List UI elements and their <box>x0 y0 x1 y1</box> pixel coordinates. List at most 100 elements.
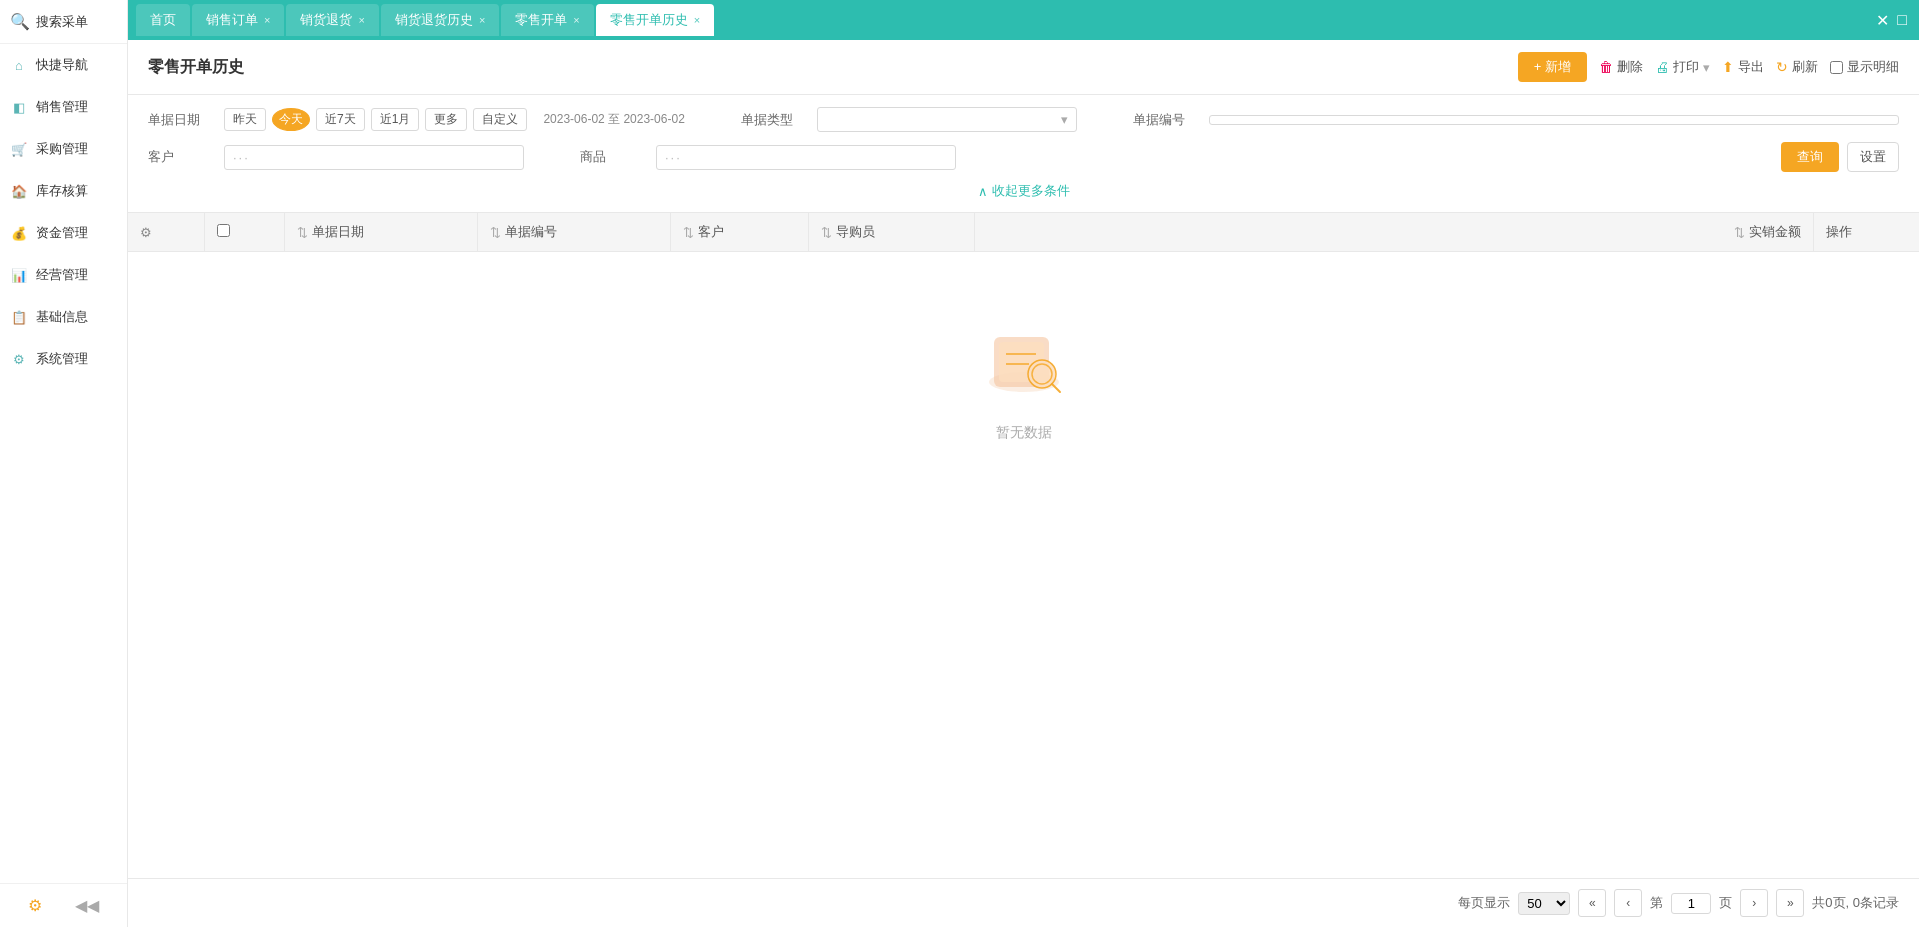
settings-button[interactable]: ⚙ <box>28 896 42 915</box>
ops-icon: 📊 <box>10 266 28 284</box>
th-customer: ⇅ 客户 <box>670 213 808 252</box>
tab-retail-open-history-close[interactable]: × <box>694 14 700 26</box>
data-table: ⚙ ⇅ 单据日期 <box>128 213 1919 252</box>
page-input[interactable] <box>1671 893 1711 914</box>
sidebar-item-purchase-mgmt[interactable]: 🛒 采购管理 <box>0 128 127 170</box>
sidebar-item-sales-mgmt[interactable]: ◧ 销售管理 <box>0 86 127 128</box>
tab-sales-return-history[interactable]: 销货退货历史 × <box>381 4 499 36</box>
first-page-button[interactable]: « <box>1578 889 1606 917</box>
sidebar-item-base-info[interactable]: 📋 基础信息 <box>0 296 127 338</box>
sidebar-footer: ⚙ ◀◀ <box>0 883 127 927</box>
close-all-icon[interactable]: ✕ <box>1876 11 1889 30</box>
table-area: ⚙ ⇅ 单据日期 <box>128 213 1919 878</box>
refresh-label: 刷新 <box>1792 58 1818 76</box>
th-settings[interactable]: ⚙ <box>128 213 205 252</box>
sidebar-item-ops-mgmt[interactable]: 📊 经营管理 <box>0 254 127 296</box>
sidebar: 🔍 搜索采单 ⌂ 快捷导航 ◧ 销售管理 🛒 采购管理 🏠 库存核算 💰 资金管… <box>0 0 128 927</box>
add-button[interactable]: + 新增 <box>1518 52 1587 82</box>
sidebar-item-finance[interactable]: 💰 资金管理 <box>0 212 127 254</box>
purchase-icon: 🛒 <box>10 140 28 158</box>
tab-home[interactable]: 首页 <box>136 4 190 36</box>
type-label: 单据类型 <box>741 111 801 129</box>
print-arrow-icon: ▾ <box>1703 60 1710 75</box>
delete-button[interactable]: 🗑 删除 <box>1599 58 1643 76</box>
customer-label: 客户 <box>148 148 208 166</box>
tab-retail-open-history-label: 零售开单历史 <box>610 11 688 29</box>
toolbar: + 新增 🗑 删除 🖨 打印 ▾ ⬆ 导出 ↻ 刷新 <box>1518 52 1899 82</box>
tab-sales-return[interactable]: 销货退货 × <box>286 4 378 36</box>
collapse-button[interactable]: ∧ 收起更多条件 <box>148 182 1899 200</box>
last-page-button[interactable]: » <box>1776 889 1804 917</box>
goods-input[interactable]: ··· <box>656 145 956 170</box>
collapse-icon: ∧ <box>978 184 988 199</box>
refresh-icon: ↻ <box>1776 59 1788 75</box>
empty-state: 暂无数据 <box>128 252 1919 502</box>
th-actual-amount: ⇅ 实销金额 <box>974 213 1813 252</box>
page-header: 零售开单历史 + 新增 🗑 删除 🖨 打印 ▾ ⬆ 导出 ↻ <box>128 40 1919 95</box>
export-label: 导出 <box>1738 58 1764 76</box>
type-select[interactable]: ▾ <box>817 107 1077 132</box>
th-date: ⇅ 单据日期 <box>284 213 477 252</box>
refresh-button[interactable]: ↻ 刷新 <box>1776 58 1818 76</box>
select-all-checkbox[interactable] <box>217 224 230 237</box>
restore-icon[interactable]: □ <box>1897 11 1907 29</box>
base-icon: 📋 <box>10 308 28 326</box>
display-detail-checkbox[interactable]: 显示明细 <box>1830 58 1899 76</box>
sidebar-search[interactable]: 🔍 搜索采单 <box>0 0 127 44</box>
collapse-button[interactable]: ◀◀ <box>75 896 99 915</box>
sort-icon-customer: ⇅ <box>683 225 694 240</box>
export-button[interactable]: ⬆ 导出 <box>1722 58 1764 76</box>
tab-sales-order-close[interactable]: × <box>264 14 270 26</box>
tab-sales-order[interactable]: 销售订单 × <box>192 4 284 36</box>
display-detail-label: 显示明细 <box>1847 58 1899 76</box>
date-btn-yesterday[interactable]: 昨天 <box>224 108 266 131</box>
th-salesperson-label: 导购员 <box>836 223 875 241</box>
th-order-no-label: 单据编号 <box>505 223 557 241</box>
query-button[interactable]: 查询 <box>1781 142 1839 172</box>
customer-input[interactable]: ··· <box>224 145 524 170</box>
date-btn-more[interactable]: 更多 <box>425 108 467 131</box>
th-customer-label: 客户 <box>698 223 724 241</box>
print-button[interactable]: 🖨 打印 ▾ <box>1655 58 1710 76</box>
per-page-select[interactable]: 50 100 200 <box>1518 892 1570 915</box>
tabbar-actions: ✕ □ <box>1876 11 1911 30</box>
th-order-no: ⇅ 单据编号 <box>477 213 670 252</box>
sidebar-item-label: 采购管理 <box>36 140 88 158</box>
main-area: 首页 销售订单 × 销货退货 × 销货退货历史 × 零售开单 × 零售开单历史 … <box>128 0 1919 927</box>
sidebar-item-label: 系统管理 <box>36 350 88 368</box>
tab-sales-return-label: 销货退货 <box>300 11 352 29</box>
tab-sales-return-close[interactable]: × <box>358 14 364 26</box>
settings-btn[interactable]: 设置 <box>1847 142 1899 172</box>
sidebar-item-inventory[interactable]: 🏠 库存核算 <box>0 170 127 212</box>
date-btn-1month[interactable]: 近1月 <box>371 108 420 131</box>
date-btn-today[interactable]: 今天 <box>272 108 310 131</box>
tab-retail-open-close[interactable]: × <box>573 14 579 26</box>
delete-label: 删除 <box>1617 58 1643 76</box>
tab-sales-return-history-close[interactable]: × <box>479 14 485 26</box>
home-icon: ⌂ <box>10 56 28 74</box>
sort-icon-salesperson: ⇅ <box>821 225 832 240</box>
tab-retail-open-history[interactable]: 零售开单历史 × <box>596 4 714 36</box>
prev-page-button[interactable]: ‹ <box>1614 889 1642 917</box>
order-no-input[interactable] <box>1209 115 1899 125</box>
tab-retail-open[interactable]: 零售开单 × <box>501 4 593 36</box>
delete-icon: 🗑 <box>1599 59 1613 75</box>
sidebar-item-label: 经营管理 <box>36 266 88 284</box>
display-detail-input[interactable] <box>1830 61 1843 74</box>
date-btn-7days[interactable]: 近7天 <box>316 108 365 131</box>
total-info: 共0页, 0条记录 <box>1812 894 1899 912</box>
date-btn-custom[interactable]: 自定义 <box>473 108 527 131</box>
th-salesperson: ⇅ 导购员 <box>809 213 975 252</box>
table-header: ⚙ ⇅ 单据日期 <box>128 213 1919 252</box>
sidebar-item-label: 库存核算 <box>36 182 88 200</box>
sidebar-item-sys-mgmt[interactable]: ⚙ 系统管理 <box>0 338 127 380</box>
th-date-label: 单据日期 <box>312 223 364 241</box>
sidebar-item-label: 基础信息 <box>36 308 88 326</box>
page-word: 第 <box>1650 894 1663 912</box>
sort-icon-order: ⇅ <box>490 225 501 240</box>
customer-dots: ··· <box>233 150 250 165</box>
next-page-button[interactable]: › <box>1740 889 1768 917</box>
th-checkbox <box>205 213 285 252</box>
sidebar-item-quick-nav[interactable]: ⌂ 快捷导航 <box>0 44 127 86</box>
print-icon: 🖨 <box>1655 59 1669 75</box>
